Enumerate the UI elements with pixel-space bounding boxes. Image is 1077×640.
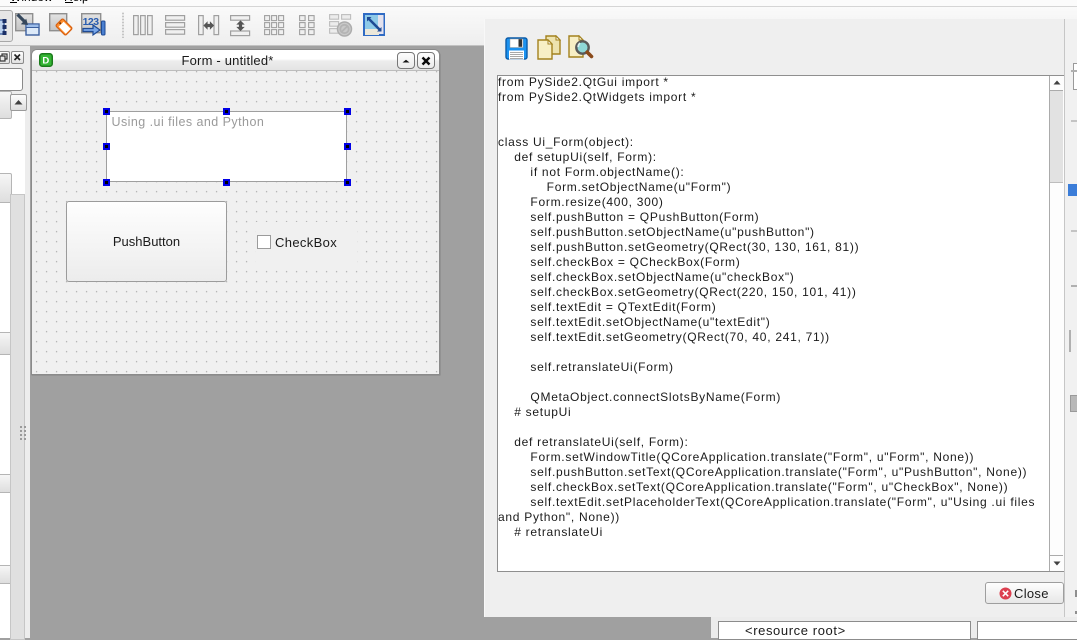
- svg-text:123: 123: [83, 16, 100, 28]
